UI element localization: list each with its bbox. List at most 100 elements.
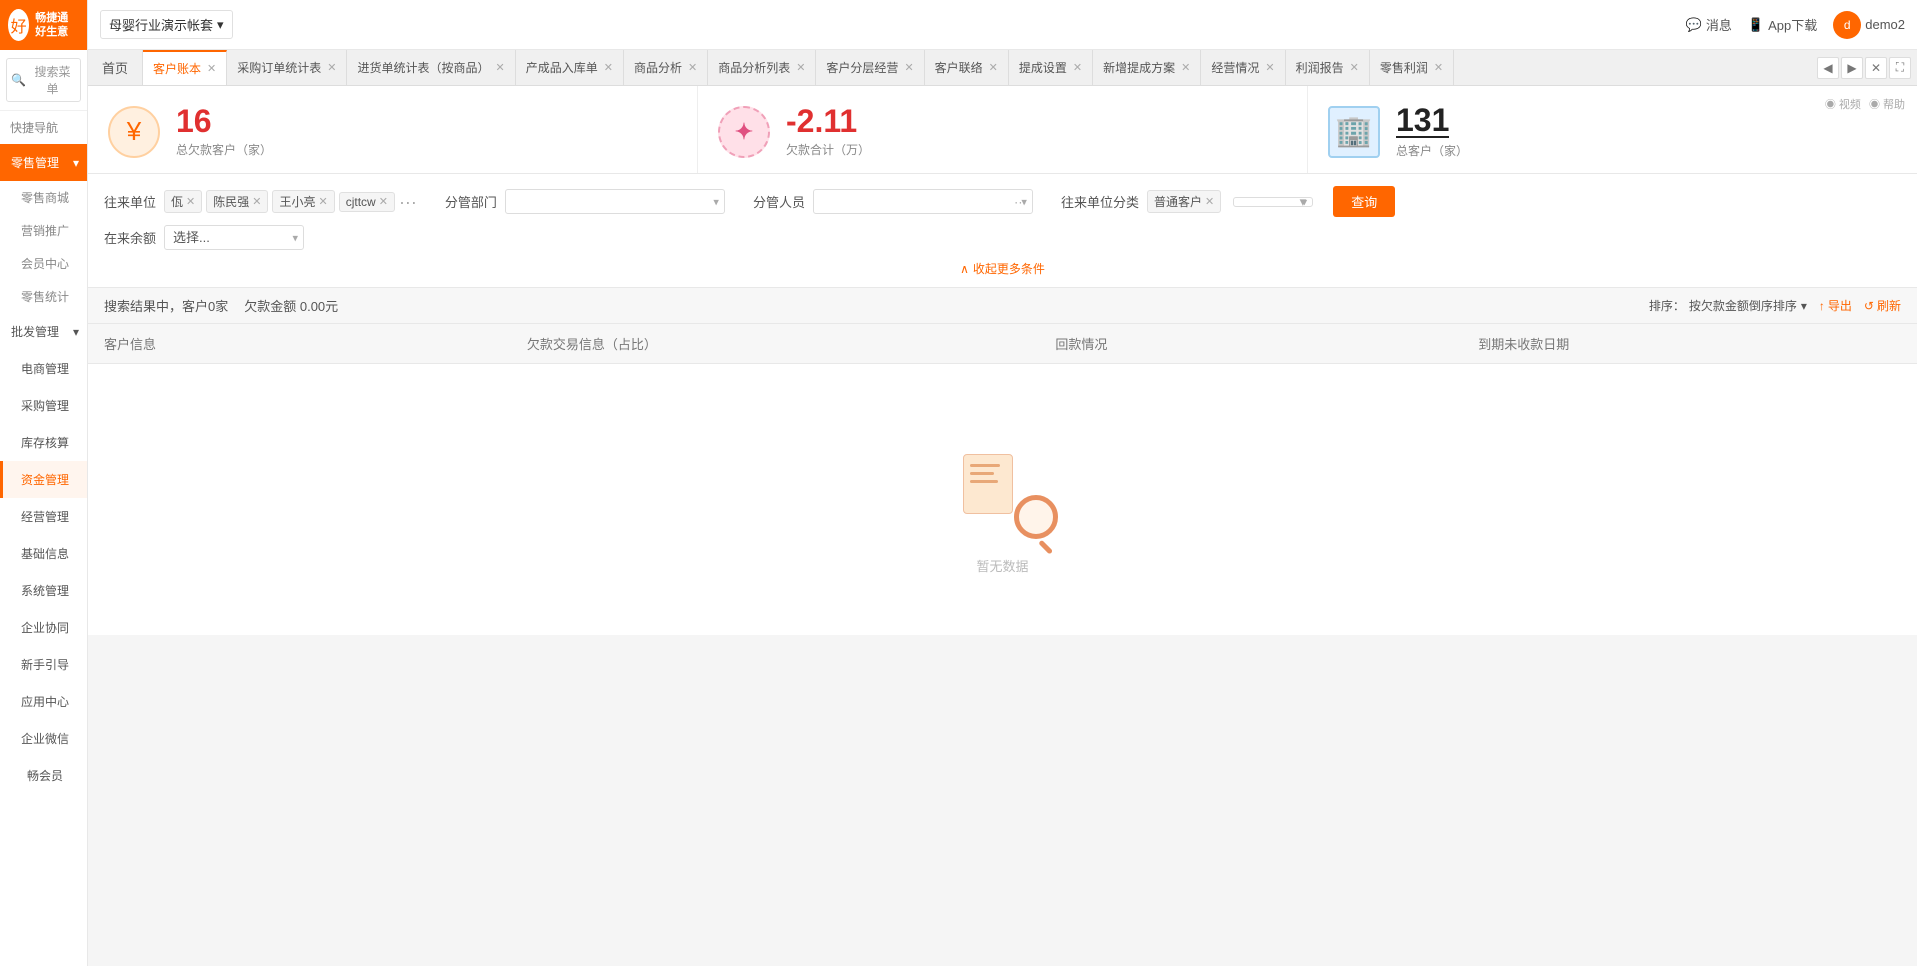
sidebar-item-retail-mall[interactable]: 零售商城 (0, 181, 87, 214)
unit-label: 往来单位 (104, 192, 156, 211)
query-button[interactable]: 查询 (1333, 186, 1395, 217)
search-result-text: 搜索结果中，客户0家 (104, 296, 228, 315)
tab-purchase-stat[interactable]: 进货单统计表（按商品） ✕ (347, 50, 515, 86)
balance-select[interactable]: 选择... (164, 225, 304, 250)
tab-business-close[interactable]: ✕ (1265, 61, 1274, 74)
tab-product-instock[interactable]: 产成品入库单 ✕ (516, 50, 624, 86)
stat-help-link[interactable]: ◉ 帮助 (1869, 96, 1905, 112)
sidebar-item-operation[interactable]: 经营管理 (0, 498, 87, 535)
stat-label-amount: 欠款合计（万） (786, 141, 870, 158)
tab-customer-tier-close[interactable]: ✕ (904, 61, 913, 74)
tab-customer-account[interactable]: 客户账本 ✕ (143, 50, 227, 86)
filter-tag-3-label: cjttcw (346, 195, 376, 209)
tab-retail-profit-close[interactable]: ✕ (1434, 61, 1443, 74)
filter-tag-0-close[interactable]: ✕ (186, 195, 195, 208)
user-avatar: d (1833, 11, 1861, 39)
stat-card-total: 🏢 131 总客户（家） ◉ 视频 ◉ 帮助 (1308, 86, 1917, 173)
sidebar-item-basic[interactable]: 基础信息 (0, 535, 87, 572)
tab-customer-tier[interactable]: 客户分层经营 ✕ (816, 50, 924, 86)
tab-business[interactable]: 经营情况 ✕ (1201, 50, 1285, 86)
filter-tag-1[interactable]: 陈民强 ✕ (206, 190, 268, 213)
tab-next-btn[interactable]: ▶ (1841, 57, 1863, 79)
filter-more-btn[interactable]: ··· (399, 193, 417, 211)
sidebar-item-system[interactable]: 系统管理 (0, 572, 87, 609)
collapse-button[interactable]: ∧ 收起更多条件 (952, 258, 1053, 279)
topbar-right: 💬 消息 📱 App下载 d demo2 (1686, 11, 1905, 39)
filter-tag-3[interactable]: cjttcw ✕ (339, 192, 395, 212)
sidebar-item-quicknav[interactable]: 快捷导航 (0, 111, 87, 144)
tab-product-analysis-list-label: 商品分析列表 (718, 59, 790, 76)
tab-retail-profit[interactable]: 零售利润 ✕ (1370, 50, 1454, 86)
app-download-btn[interactable]: 📱 App下载 (1748, 15, 1817, 34)
tab-customer-contact[interactable]: 客户联络 ✕ (925, 50, 1009, 86)
username-label: demo2 (1865, 17, 1905, 32)
filter-tag-2-close[interactable]: ✕ (319, 195, 328, 208)
tab-product-analysis[interactable]: 商品分析 ✕ (624, 50, 708, 86)
tab-product-analysis-list-close[interactable]: ✕ (796, 61, 805, 74)
tab-purchase-stat-close[interactable]: ✕ (496, 61, 505, 74)
sidebar-item-wecom[interactable]: 企业微信 (0, 720, 87, 757)
empty-line-2 (970, 472, 994, 475)
tab-close-all-btn[interactable]: ✕ (1865, 57, 1887, 79)
filter-unit-class-tag[interactable]: 普通客户 ✕ (1147, 190, 1221, 213)
tab-purchase-order[interactable]: 采购订单统计表 ✕ (227, 50, 347, 86)
search-menu-button[interactable]: 🔍 搜索菜单 (6, 58, 81, 102)
filter-tag-2[interactable]: 王小亮 ✕ (272, 190, 334, 213)
stat-icon-amount: ✦ (718, 106, 770, 158)
tab-prev-btn[interactable]: ◀ (1817, 57, 1839, 79)
sidebar-item-ecommerce[interactable]: 电商管理 (0, 350, 87, 387)
sidebar-item-appstore[interactable]: 应用中心 (0, 683, 87, 720)
collapse-label: 收起更多条件 (973, 260, 1045, 277)
tab-retail-profit-label: 零售利润 (1380, 59, 1428, 76)
dept-select[interactable] (505, 189, 725, 214)
tab-profit-report-close[interactable]: ✕ (1350, 61, 1359, 74)
sidebar-item-newbie[interactable]: 新手引导 (0, 646, 87, 683)
main-area: 母婴行业演示帐套 ▾ 💬 消息 📱 App下载 d demo2 (88, 0, 1917, 966)
person-select[interactable] (813, 189, 1033, 214)
filter-tag-0[interactable]: 佤 ✕ (164, 190, 202, 213)
message-btn[interactable]: 💬 消息 (1686, 15, 1732, 34)
sidebar-item-purchase[interactable]: 采购管理 (0, 387, 87, 424)
tab-product-analysis-label: 商品分析 (634, 59, 682, 76)
empty-handle (1038, 540, 1053, 555)
tab-purchase-order-close[interactable]: ✕ (327, 61, 336, 74)
stat-value-total: 131 (1396, 104, 1449, 138)
tab-raise-settings-close[interactable]: ✕ (1073, 61, 1082, 74)
tab-profit-report[interactable]: 利润报告 ✕ (1286, 50, 1370, 86)
export-btn[interactable]: ↑ 导出 (1819, 297, 1852, 314)
filter-row-1: 往来单位 佤 ✕ 陈民强 ✕ 王小亮 ✕ (104, 186, 1901, 217)
export-label: 导出 (1828, 297, 1852, 314)
tab-new-raise-close[interactable]: ✕ (1181, 61, 1190, 74)
tab-new-raise[interactable]: 新增提成方案 ✕ (1093, 50, 1201, 86)
sidebar-item-marketing[interactable]: 营销推广 (0, 214, 87, 247)
tab-product-analysis-close[interactable]: ✕ (688, 61, 697, 74)
tab-product-analysis-list[interactable]: 商品分析列表 ✕ (708, 50, 816, 86)
sidebar-item-retail[interactable]: 零售管理 ▾ (0, 144, 87, 181)
table-empty: 暂无数据 (88, 364, 1917, 635)
industry-selector[interactable]: 母婴行业演示帐套 ▾ (100, 10, 233, 39)
sidebar-item-enterprise[interactable]: 企业协同 (0, 609, 87, 646)
tab-new-raise-label: 新增提成方案 (1103, 59, 1175, 76)
tab-customer-account-close[interactable]: ✕ (207, 62, 216, 75)
tab-home[interactable]: 首页 (88, 50, 143, 86)
stat-card-amount: ✦ -2.11 欠款合计（万） (698, 86, 1308, 173)
sidebar-item-pifa[interactable]: 批发管理 ▾ (0, 313, 87, 350)
sidebar-item-finance[interactable]: 资金管理 (0, 461, 87, 498)
tab-raise-settings[interactable]: 提成设置 ✕ (1009, 50, 1093, 86)
sidebar-item-member2[interactable]: 畅会员 (0, 757, 87, 794)
stat-video-link[interactable]: ◉ 视频 (1825, 96, 1861, 112)
filter-tag-1-close[interactable]: ✕ (252, 195, 261, 208)
user-menu[interactable]: d demo2 (1833, 11, 1905, 39)
sidebar-item-retail-stats[interactable]: 零售统计 (0, 280, 87, 313)
tab-fullscreen-btn[interactable]: ⛶ (1889, 57, 1911, 79)
result-info: 搜索结果中，客户0家 欠款金额 0.00元 排序： 按欠款金额倒序排序 ▾ ↑ … (88, 288, 1917, 324)
sidebar-item-inventory[interactable]: 库存核算 (0, 424, 87, 461)
refresh-btn[interactable]: ↺ 刷新 (1864, 297, 1901, 314)
tab-product-instock-close[interactable]: ✕ (604, 61, 613, 74)
tab-customer-contact-close[interactable]: ✕ (989, 61, 998, 74)
sort-selector[interactable]: 排序： 按欠款金额倒序排序 ▾ (1649, 297, 1807, 314)
sidebar-item-member[interactable]: 会员中心 (0, 247, 87, 280)
sidebar-search[interactable]: 🔍 搜索菜单 (0, 50, 87, 111)
filter-unit-class-tag-close[interactable]: ✕ (1205, 195, 1214, 208)
filter-tag-3-close[interactable]: ✕ (379, 195, 388, 208)
